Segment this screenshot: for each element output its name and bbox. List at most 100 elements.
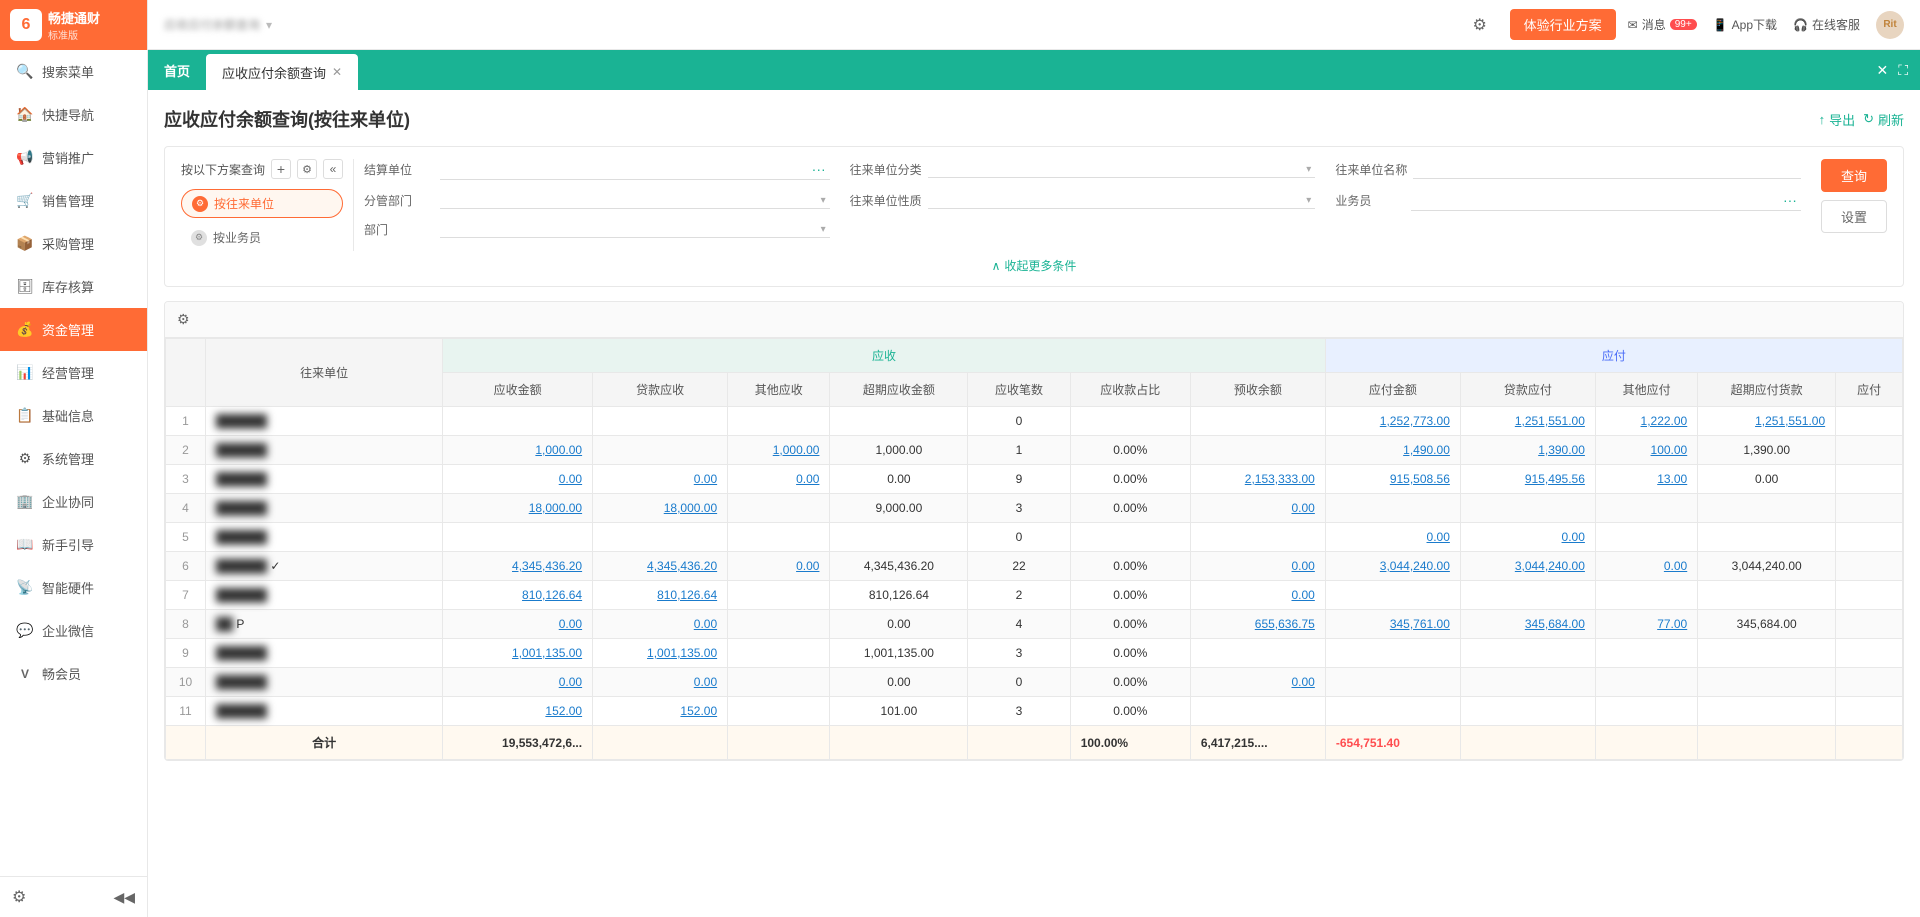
sidebar-item-purchase[interactable]: 📦 采购管理 (0, 222, 147, 265)
top-right: ✉ 消息 99+ 📱 App下载 🎧 在线客服 Rit (1628, 11, 1904, 39)
ap-loan-9 (1460, 639, 1595, 668)
ar-other-3[interactable]: 0.00 (728, 465, 830, 494)
ap-other-8[interactable]: 77.00 (1595, 610, 1697, 639)
tab-bar-maximize-btn[interactable]: ⛶ (1898, 62, 1908, 79)
online-service-btn[interactable]: 🎧 在线客服 (1793, 16, 1860, 33)
ap-amount-6[interactable]: 3,044,240.00 (1325, 552, 1460, 581)
ar-prepay-6[interactable]: 0.00 (1190, 552, 1325, 581)
promo-button[interactable]: 体验行业方案 (1510, 9, 1616, 40)
ar-amount-9[interactable]: 1,001,135.00 (443, 639, 593, 668)
ar-loan-6[interactable]: 4,345,436.20 (593, 552, 728, 581)
scheme-byunit[interactable]: ⚙ 按往来单位 (181, 189, 343, 218)
top-bar: 应收应付余额查询 ▾ ⚙ 体验行业方案 ✉ 消息 99+ 📱 App下载 🎧 (148, 0, 1920, 50)
ar-other-6[interactable]: 0.00 (728, 552, 830, 581)
app-download-btn[interactable]: 📱 App下载 (1713, 16, 1777, 33)
ar-loan-11[interactable]: 152.00 (593, 697, 728, 726)
ap-other-1[interactable]: 1,222.00 (1595, 407, 1697, 436)
sidebar-item-funds[interactable]: 💰 资金管理 (0, 308, 147, 351)
ar-count-9: 3 (968, 639, 1070, 668)
sidebar-item-wechat[interactable]: 💬 企业微信 (0, 609, 147, 652)
partner-category-select[interactable]: ▾ (928, 162, 1316, 178)
ar-prepay-4[interactable]: 0.00 (1190, 494, 1325, 523)
ap-overdue-1[interactable]: 1,251,551.00 (1698, 407, 1836, 436)
tab-close-icon[interactable]: ✕ (332, 65, 342, 79)
ap-amount-1[interactable]: 1,252,773.00 (1325, 407, 1460, 436)
sidebar-item-inventory[interactable]: 🗄 库存核算 (0, 265, 147, 308)
ar-prepay-7[interactable]: 0.00 (1190, 581, 1325, 610)
ar-amount-8[interactable]: 0.00 (443, 610, 593, 639)
ar-amount-2[interactable]: 1,000.00 (443, 436, 593, 465)
ap-amount-8[interactable]: 345,761.00 (1325, 610, 1460, 639)
tab-bar-close-btn[interactable]: ✕ (1876, 62, 1888, 79)
filter-settings-button[interactable]: 设置 (1821, 200, 1887, 233)
settings-icon[interactable]: ⚙ (12, 887, 26, 907)
tab-arbalance[interactable]: 应收应付余额查询 ✕ (206, 54, 358, 90)
sidebar-item-marketing[interactable]: 📢 营销推广 (0, 136, 147, 179)
sidebar-item-enterprise[interactable]: 🏢 企业协同 (0, 480, 147, 523)
sidebar-item-quicknav[interactable]: 🏠 快捷导航 (0, 93, 147, 136)
gear-button[interactable]: ⚙ (1466, 11, 1494, 39)
ar-amount-4[interactable]: 18,000.00 (443, 494, 593, 523)
messages-btn[interactable]: ✉ 消息 99+ (1628, 16, 1697, 33)
query-button[interactable]: 查询 (1821, 159, 1887, 192)
user-avatar-btn[interactable]: Rit (1876, 11, 1904, 39)
ap-amount-5[interactable]: 0.00 (1325, 523, 1460, 552)
ap-other-3[interactable]: 13.00 (1595, 465, 1697, 494)
ar-amount-3[interactable]: 0.00 (443, 465, 593, 494)
ar-loan-3[interactable]: 0.00 (593, 465, 728, 494)
ap-loan-6[interactable]: 3,044,240.00 (1460, 552, 1595, 581)
sidebar-item-search[interactable]: 🔍 搜索菜单 (0, 50, 147, 93)
ap-loan-2[interactable]: 1,390.00 (1460, 436, 1595, 465)
refresh-button[interactable]: ↻ 刷新 (1863, 110, 1904, 129)
ar-amount-6[interactable]: 4,345,436.20 (443, 552, 593, 581)
ar-prepay-10[interactable]: 0.00 (1190, 668, 1325, 697)
ap-loan-8[interactable]: 345,684.00 (1460, 610, 1595, 639)
dept-select[interactable]: ▾ (440, 193, 830, 209)
ar-prepay-3[interactable]: 2,153,333.00 (1190, 465, 1325, 494)
settlement-unit-input[interactable] (444, 162, 812, 176)
ar-loan-10[interactable]: 0.00 (593, 668, 728, 697)
export-button[interactable]: ↑ 导出 (1819, 110, 1856, 129)
ap-other-2[interactable]: 100.00 (1595, 436, 1697, 465)
partner-name-input[interactable] (1417, 162, 1797, 176)
tab-home[interactable]: 首页 (148, 50, 206, 90)
ap-other-6[interactable]: 0.00 (1595, 552, 1697, 581)
scheme-settings-btn[interactable]: ⚙ (297, 159, 317, 179)
partner-nature-select[interactable]: ▾ (928, 193, 1316, 209)
ap-loan-3[interactable]: 915,495.56 (1460, 465, 1595, 494)
sidebar-item-beginner[interactable]: 📖 新手引导 (0, 523, 147, 566)
table-settings-icon[interactable]: ⚙ (177, 311, 190, 328)
collapse-scheme-btn[interactable]: « (323, 159, 343, 179)
sidebar-item-member[interactable]: V 畅会员 (0, 652, 147, 695)
ar-loan-4[interactable]: 18,000.00 (593, 494, 728, 523)
ap-loan-5[interactable]: 0.00 (1460, 523, 1595, 552)
ap-loan-1[interactable]: 1,251,551.00 (1460, 407, 1595, 436)
table-scroll[interactable]: 往来单位 应收 应付 应收金额 贷款应收 其他应收 超期应收金额 应收笔数 (165, 338, 1903, 760)
ar-other-2[interactable]: 1,000.00 (728, 436, 830, 465)
ar-amount-7[interactable]: 810,126.64 (443, 581, 593, 610)
salesman-dots[interactable]: ··· (1783, 192, 1797, 208)
sidebar-item-sysadmin[interactable]: ⚙ 系统管理 (0, 437, 147, 480)
dept2-select[interactable]: ▾ (440, 222, 830, 238)
ar-loan-7[interactable]: 810,126.64 (593, 581, 728, 610)
ap-amount-2[interactable]: 1,490.00 (1325, 436, 1460, 465)
settlement-unit-dots[interactable]: ··· (812, 161, 826, 177)
ar-prepay-8[interactable]: 655,636.75 (1190, 610, 1325, 639)
scheme-bybiz[interactable]: ⚙ 按业务员 (181, 224, 343, 251)
sidebar-item-hardware[interactable]: 📡 智能硬件 (0, 566, 147, 609)
collapse-icon[interactable]: ◀◀ (113, 889, 135, 906)
ar-loan-9[interactable]: 1,001,135.00 (593, 639, 728, 668)
ar-loan-8[interactable]: 0.00 (593, 610, 728, 639)
add-scheme-btn[interactable]: + (271, 159, 291, 179)
filter-collapse-btn[interactable]: ∧ 收起更多条件 (181, 251, 1887, 274)
sidebar-item-basicinfo[interactable]: 📋 基础信息 (0, 394, 147, 437)
sidebar-label-beginner: 新手引导 (42, 535, 94, 554)
ap-amount-3[interactable]: 915,508.56 (1325, 465, 1460, 494)
sidebar-item-operations[interactable]: 📊 经营管理 (0, 351, 147, 394)
app-icon: 📱 (1713, 18, 1728, 32)
ar-amount-10[interactable]: 0.00 (443, 668, 593, 697)
footer-ap-overdue (1698, 726, 1836, 760)
sidebar-item-sales[interactable]: 🛒 销售管理 (0, 179, 147, 222)
ar-amount-11[interactable]: 152.00 (443, 697, 593, 726)
salesman-input[interactable] (1415, 193, 1783, 207)
